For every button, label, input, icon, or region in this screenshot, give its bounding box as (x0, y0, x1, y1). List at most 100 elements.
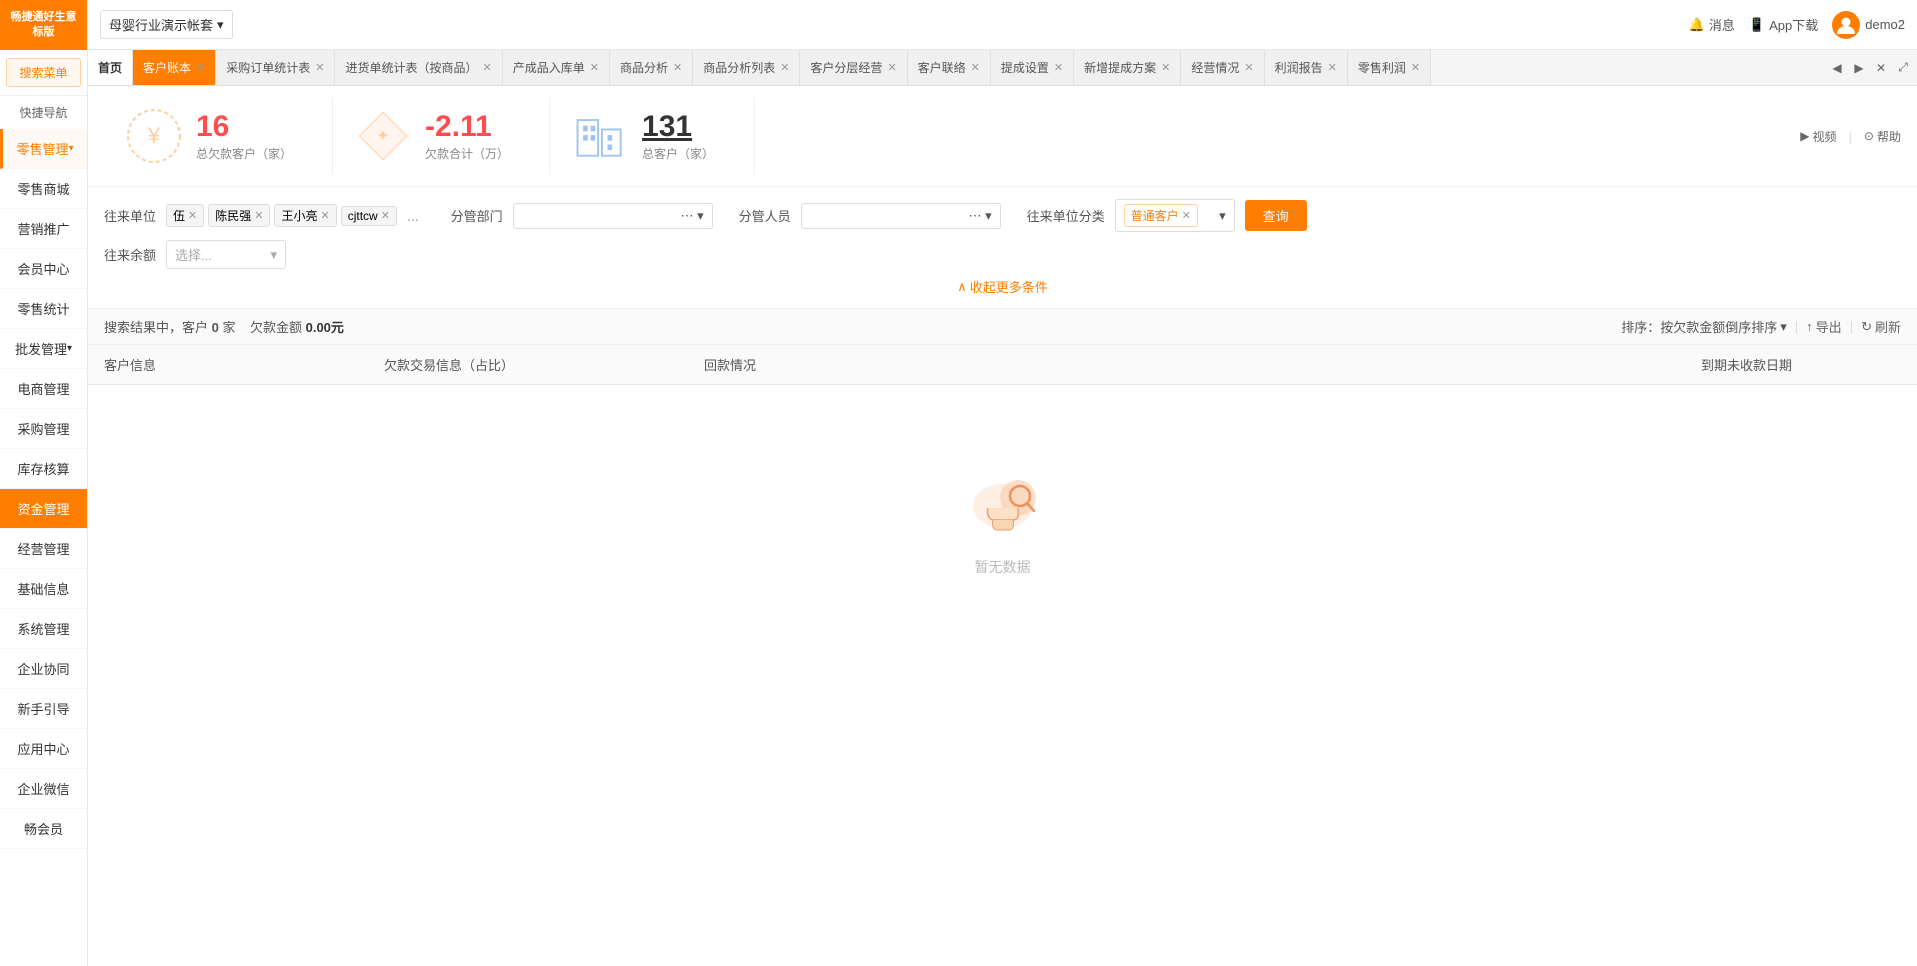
industry-label: 母婴行业演示帐套 (109, 15, 213, 34)
quick-nav-item[interactable]: 快捷导航 (0, 96, 87, 129)
sidebar-logo: 畅捷通好生意 标版 (0, 0, 87, 50)
unit-category-select[interactable]: 普通客户 ✕ ▾ (1115, 199, 1235, 232)
tab-close-business-status[interactable]: ✕ (1244, 61, 1253, 74)
tab-close-production-inbound[interactable]: ✕ (590, 61, 599, 74)
tab-item-home[interactable]: 首页 (88, 50, 133, 86)
tab-item-profit-report[interactable]: 利润报告✕ (1265, 50, 1348, 86)
tab-close-inbound-stat[interactable]: ✕ (483, 61, 492, 74)
unit-category-chevron-icon: ▾ (1219, 208, 1226, 224)
unit-tag-chen-close[interactable]: ✕ (254, 209, 263, 222)
tab-close-product-analysis-list[interactable]: ✕ (780, 61, 789, 74)
tab-item-retail-profit[interactable]: 零售利润✕ (1348, 50, 1431, 86)
tab-list: 首页客户账本✕采购订单统计表✕进货单统计表（按商品）✕产成品入库单✕商品分析✕商… (88, 50, 1823, 86)
sidebar-item-member-center[interactable]: 会员中心 (0, 249, 87, 289)
sidebar-item-arrow-wholesale-mgmt: ▾ (67, 343, 72, 354)
unit-tag-cjttcw: cjttcw ✕ (341, 206, 397, 226)
tab-close-customer-balance[interactable]: ✕ (196, 61, 205, 74)
tab-close-retail-profit[interactable]: ✕ (1411, 61, 1420, 74)
top-bar: 母婴行业演示帐套 ▾ 🔔 消息 📱 App下载 demo2 (88, 0, 1917, 50)
sidebar-item-marketing[interactable]: 营销推广 (0, 209, 87, 249)
tab-item-new-raise[interactable]: 新增提成方案✕ (1074, 50, 1181, 86)
industry-selector[interactable]: 母婴行业演示帐套 ▾ (100, 10, 233, 39)
tab-left-button[interactable]: ◀ (1827, 58, 1847, 78)
tab-close-customer-contact[interactable]: ✕ (971, 61, 980, 74)
tab-label-raise-settings: 提成设置 (1001, 59, 1049, 76)
tab-maximize-button[interactable]: ⤢ (1893, 58, 1913, 78)
sidebar-item-basic-info[interactable]: 基础信息 (0, 569, 87, 609)
dept-filter-select[interactable]: ⋯ ▾ (513, 203, 713, 229)
sidebar-item-vip-member[interactable]: 畅会员 (0, 809, 87, 849)
messages-action[interactable]: 🔔 消息 (1689, 15, 1735, 34)
sidebar-item-enterprise-collab[interactable]: 企业协同 (0, 649, 87, 689)
person-filter-select[interactable]: ⋯ ▾ (801, 203, 1001, 229)
person-chevron-icon: ⋯ ▾ (969, 208, 992, 224)
tab-label-customer-balance: 客户账本 (143, 59, 191, 76)
sidebar-item-enterprise-wechat[interactable]: 企业微信 (0, 769, 87, 809)
sidebar-item-label-member-center: 会员中心 (17, 262, 69, 277)
unit-tag-more[interactable]: ... (401, 206, 425, 226)
sidebar-item-app-center[interactable]: 应用中心 (0, 729, 87, 769)
sort-select[interactable]: 排序：按欠款金额倒序排序 ▾ (1621, 317, 1787, 336)
tab-right-button[interactable]: ▶ (1849, 58, 1869, 78)
tab-item-purchase-order-stat[interactable]: 采购订单统计表 ✕ (216, 50, 335, 86)
export-label: 导出 (1816, 317, 1842, 336)
balance-chevron-icon: ▾ (270, 247, 277, 263)
tab-item-inbound-stat[interactable]: 进货单统计表（按商品）✕ (335, 50, 502, 86)
col-header-customer-info: 客户信息 (104, 355, 384, 374)
sidebar-item-operations-mgmt[interactable]: 经营管理 (0, 529, 87, 569)
top-bar-left: 母婴行业演示帐套 ▾ (100, 10, 233, 39)
tab-close-new-raise[interactable]: ✕ (1161, 61, 1170, 74)
tab-item-product-analysis[interactable]: 商品分析✕ (610, 50, 693, 86)
separator2: | (1850, 319, 1853, 334)
tab-close-raise-settings[interactable]: ✕ (1054, 61, 1063, 74)
unit-tag-wu-close[interactable]: ✕ (188, 209, 197, 222)
tab-close-customer-tier[interactable]: ✕ (887, 61, 896, 74)
sidebar-item-arrow-retail-mgmt: ▾ (68, 143, 73, 154)
sidebar-item-retail-mall[interactable]: 零售商城 (0, 169, 87, 209)
sidebar-item-finance-mgmt[interactable]: 资金管理 (0, 489, 87, 529)
tab-item-raise-settings[interactable]: 提成设置 ✕ (991, 50, 1074, 86)
tab-item-customer-tier[interactable]: 客户分层经营✕ (800, 50, 907, 86)
filter-row-2: 往来余额 选择... ▾ (104, 240, 1901, 269)
tab-item-business-status[interactable]: 经营情况 ✕ (1181, 50, 1264, 86)
tab-close-purchase-order-stat[interactable]: ✕ (315, 61, 324, 74)
help-button[interactable]: ⊙ 帮助 (1864, 128, 1901, 145)
unit-tag-cjttcw-close[interactable]: ✕ (381, 209, 390, 222)
tab-item-production-inbound[interactable]: 产成品入库单✕ (503, 50, 610, 86)
tab-label-purchase-order-stat: 采购订单统计表 (226, 59, 310, 76)
sidebar-item-ecommerce-mgmt[interactable]: 电商管理 (0, 369, 87, 409)
app-download-action[interactable]: 📱 App下载 (1749, 15, 1818, 34)
tab-close-all-button[interactable]: ✕ (1871, 58, 1891, 78)
sidebar-item-retail-mgmt[interactable]: 零售管理 ▾ (0, 129, 87, 169)
unit-tag-wang-close[interactable]: ✕ (321, 209, 330, 222)
unit-tag-wang: 王小亮 ✕ (274, 204, 336, 227)
sidebar-item-system-mgmt[interactable]: 系统管理 (0, 609, 87, 649)
sidebar-item-label-finance-mgmt: 资金管理 (17, 502, 69, 517)
tab-item-customer-balance[interactable]: 客户账本 ✕ (133, 50, 216, 86)
user-avatar-action[interactable]: demo2 (1832, 11, 1905, 39)
tab-item-product-analysis-list[interactable]: 商品分析列表✕ (693, 50, 800, 86)
sidebar-item-purchase-mgmt[interactable]: 采购管理 (0, 409, 87, 449)
sidebar-item-inventory-check[interactable]: 库存核算 (0, 449, 87, 489)
video-help-button[interactable]: ▶ 视频 (1800, 128, 1836, 145)
query-button[interactable]: 查询 (1245, 200, 1307, 231)
refresh-button[interactable]: ↻ 刷新 (1861, 317, 1901, 336)
stat-icon-diamond: ✦ (353, 106, 413, 166)
sidebar-item-retail-stats[interactable]: 零售统计 (0, 289, 87, 329)
sidebar-item-label-ecommerce-mgmt: 电商管理 (17, 382, 69, 397)
bell-icon: 🔔 (1689, 17, 1705, 33)
tab-close-product-analysis[interactable]: ✕ (673, 61, 682, 74)
export-button[interactable]: ↑ 导出 (1806, 317, 1842, 336)
unit-filter-tags: 伍 ✕ 陈民强 ✕ 王小亮 ✕ cjttcw ✕ ... (166, 204, 425, 227)
collapse-filter-button[interactable]: ∧ 收起更多条件 (957, 277, 1048, 296)
chevron-down-icon: ▾ (217, 17, 224, 33)
tab-close-profit-report[interactable]: ✕ (1328, 61, 1337, 74)
sidebar-item-wholesale-mgmt[interactable]: 批发管理 ▾ (0, 329, 87, 369)
divider: | (1849, 129, 1852, 144)
tab-label-business-status: 经营情况 (1191, 59, 1239, 76)
sidebar-item-new-user-guide[interactable]: 新手引导 (0, 689, 87, 729)
tab-item-customer-contact[interactable]: 客户联络✕ (908, 50, 991, 86)
search-menu-button[interactable]: 搜索菜单 (6, 58, 81, 87)
unit-category-close[interactable]: ✕ (1182, 209, 1191, 222)
balance-filter-select[interactable]: 选择... ▾ (166, 240, 286, 269)
